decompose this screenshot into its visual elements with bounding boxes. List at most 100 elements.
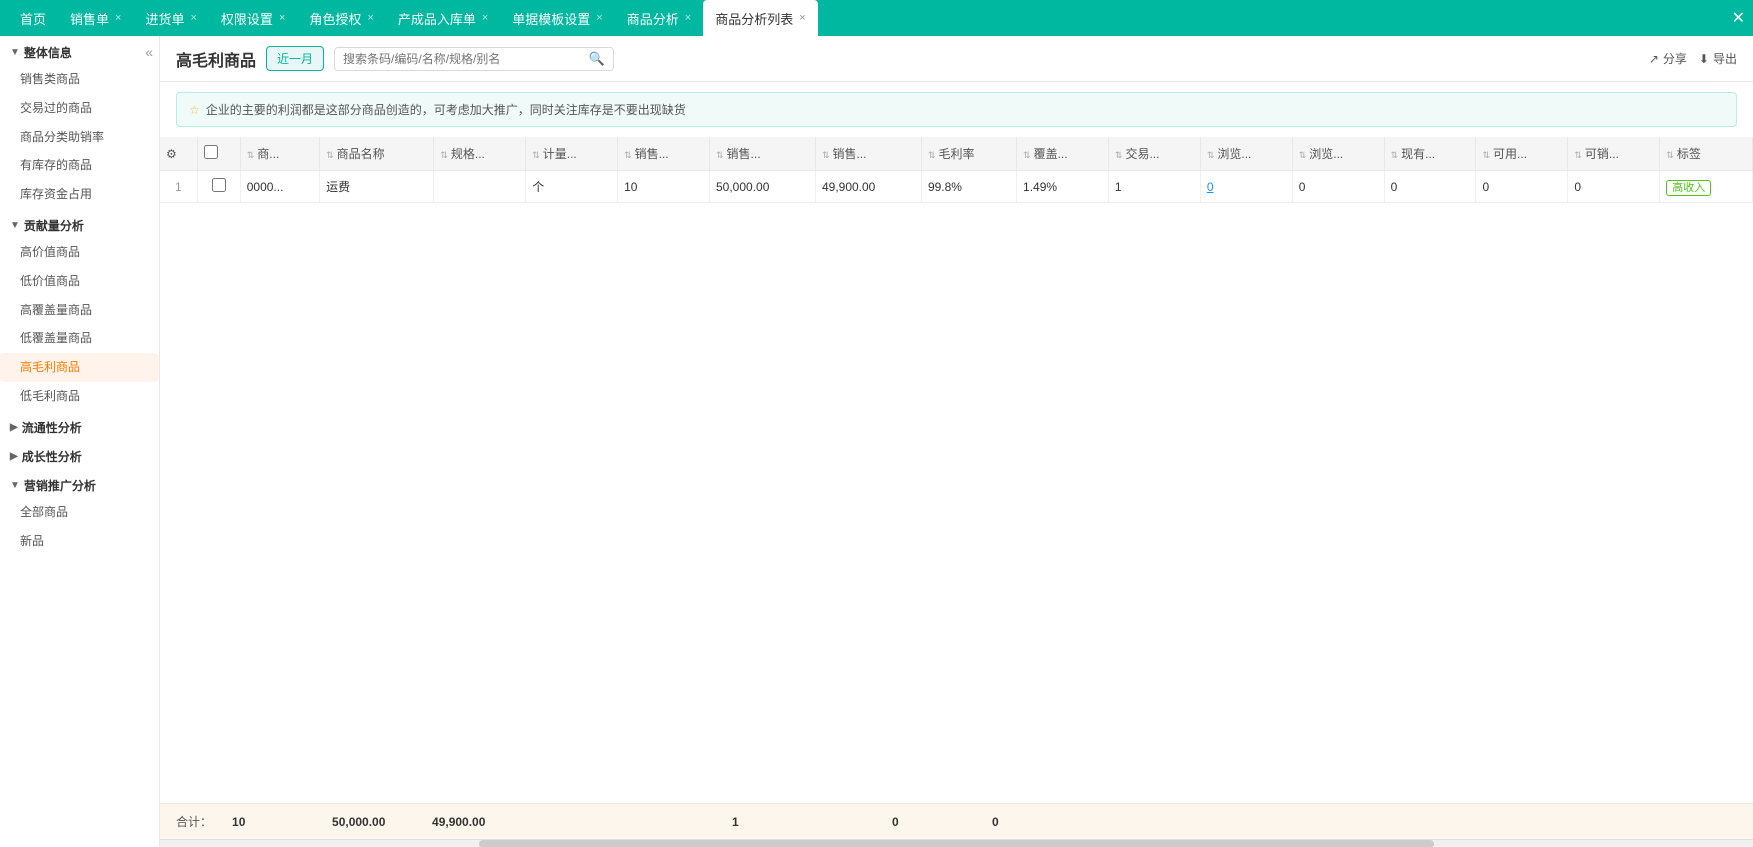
close-template-settings-icon[interactable]: × [596,12,602,24]
nav-product-entry[interactable]: 产成品入库单 × [386,0,500,36]
arrow-down-icon3: ▼ [10,480,20,491]
col-transaction[interactable]: ⇅交易... [1108,137,1200,171]
nav-sales-order[interactable]: 销售单 × [58,0,133,36]
footer-label: 合计： [176,813,212,830]
sidebar-collapse-icon[interactable]: « [145,44,153,60]
sidebar: « ▼ 整体信息 销售类商品 交易过的商品 商品分类助销率 有库存的商品 库存资… [0,36,160,847]
window-close-icon[interactable]: ✕ [1732,8,1745,28]
row-current-stock: 0 [1384,171,1476,203]
row-browse2: 0 [1292,171,1384,203]
info-banner: ☆ 企业的主要的利润都是这部分商品创造的，可考虑加大推广，同时关注库存是不要出现… [176,92,1737,127]
col-checkbox [197,137,240,171]
content-header: 高毛利商品 近一月 🔍 ↗ 分享 ⬇ 导出 [160,36,1753,82]
page-title: 高毛利商品 [176,47,256,71]
row-available-stock: 0 [1476,171,1568,203]
table-row: 1 0000... 运费 个 10 50,000.00 49,900.00 99… [160,171,1753,203]
search-input[interactable] [343,52,583,66]
col-spec[interactable]: ⇅规格... [434,137,526,171]
sidebar-item-high-coverage[interactable]: 高覆盖量商品 [0,296,159,325]
col-sales-amount[interactable]: ⇅销售... [709,137,815,171]
sidebar-section-marketing[interactable]: ▼ 营销推广分析 [0,469,159,498]
col-current-stock[interactable]: ⇅现有... [1384,137,1476,171]
arrow-down-icon: ▼ [10,47,20,58]
sidebar-section-contribution[interactable]: ▼ 贡献量分析 [0,209,159,238]
row-sales-qty: 10 [618,171,710,203]
sidebar-section-liquidity[interactable]: ▶ 流通性分析 [0,411,159,440]
col-sales-profit[interactable]: ⇅销售... [815,137,921,171]
close-sales-order-icon[interactable]: × [115,12,121,24]
nav-template-settings[interactable]: 单据模板设置 × [500,0,614,36]
col-available-stock[interactable]: ⇅可用... [1476,137,1568,171]
browse1-link[interactable]: 0 [1207,180,1214,194]
footer-sales-amount: 50,000.00 [332,815,412,829]
export-icon: ⬇ [1699,52,1709,66]
col-browse2[interactable]: ⇅浏览... [1292,137,1384,171]
arrow-right-icon2: ▶ [10,451,18,462]
sidebar-item-sales-goods[interactable]: 销售类商品 [0,65,159,94]
col-code[interactable]: ⇅商... [240,137,319,171]
nav-permission-settings[interactable]: 权限设置 × [209,0,297,36]
close-product-entry-icon[interactable]: × [482,12,488,24]
sort-icon8: ⇅ [928,150,936,160]
nav-product-analysis-list[interactable]: 商品分析列表 × [703,0,817,36]
row-sales-amount: 50,000.00 [709,171,815,203]
nav-role-auth[interactable]: 角色授权 × [297,0,385,36]
sort-icon6: ⇅ [716,150,724,160]
sidebar-item-new-goods[interactable]: 新品 [0,527,159,556]
horizontal-scrollbar[interactable] [160,839,1753,847]
export-button[interactable]: ⬇ 导出 [1699,50,1737,67]
footer-current-stock: 0 [892,815,972,829]
row-checkbox[interactable] [212,178,226,192]
col-coverage[interactable]: ⇅覆盖... [1017,137,1109,171]
content-area: 高毛利商品 近一月 🔍 ↗ 分享 ⬇ 导出 ☆ 企业的主要的利润都是这部分商品创… [160,36,1753,847]
row-code: 0000... [240,171,319,203]
close-product-analysis-list-icon[interactable]: × [799,12,805,24]
close-purchase-order-icon[interactable]: × [190,12,196,24]
close-product-analysis-icon[interactable]: × [685,12,691,24]
row-unit: 个 [526,171,618,203]
col-sellable-stock[interactable]: ⇅可销... [1568,137,1660,171]
select-all-checkbox[interactable] [204,145,218,159]
nav-purchase-order[interactable]: 进货单 × [133,0,208,36]
sidebar-item-inventory-capital[interactable]: 库存资金占用 [0,180,159,209]
row-tag: 高收入 [1660,171,1753,203]
row-coverage: 1.49% [1017,171,1109,203]
sort-icon2: ⇅ [326,150,334,160]
sidebar-section-overall[interactable]: ▼ 整体信息 [0,36,159,65]
sidebar-item-low-margin[interactable]: 低毛利商品 [0,382,159,411]
close-permission-settings-icon[interactable]: × [279,12,285,24]
sidebar-item-low-coverage[interactable]: 低覆盖量商品 [0,324,159,353]
sidebar-item-high-value[interactable]: 高价值商品 [0,238,159,267]
search-icon[interactable]: 🔍 [589,51,605,67]
col-tag[interactable]: ⇅标签 [1660,137,1753,171]
nav-home[interactable]: 首页 [8,0,58,36]
sidebar-item-traded-goods[interactable]: 交易过的商品 [0,94,159,123]
search-box: 🔍 [334,47,614,71]
sort-icon11: ⇅ [1207,150,1215,160]
sidebar-item-in-stock-goods[interactable]: 有库存的商品 [0,151,159,180]
row-browse1[interactable]: 0 [1200,171,1292,203]
arrow-right-icon: ▶ [10,422,18,433]
col-gross-rate[interactable]: ⇅毛利率 [921,137,1016,171]
share-button[interactable]: ↗ 分享 [1649,50,1687,67]
nav-product-analysis[interactable]: 商品分析 × [615,0,703,36]
header-actions: ↗ 分享 ⬇ 导出 [1649,50,1737,67]
top-nav: 首页 销售单 × 进货单 × 权限设置 × 角色授权 × 产成品入库单 × 单据… [0,0,1753,36]
col-unit[interactable]: ⇅计量... [526,137,618,171]
col-browse1[interactable]: ⇅浏览... [1200,137,1292,171]
close-role-auth-icon[interactable]: × [367,12,373,24]
col-name[interactable]: ⇅商品名称 [320,137,434,171]
sidebar-item-all-goods[interactable]: 全部商品 [0,498,159,527]
footer-available-stock: 0 [992,815,1072,829]
filter-recent-month-button[interactable]: 近一月 [266,46,324,71]
sidebar-item-high-margin[interactable]: 高毛利商品 [0,353,159,382]
sort-icon14: ⇅ [1482,150,1490,160]
sidebar-item-low-value[interactable]: 低价值商品 [0,267,159,296]
col-settings[interactable]: ⚙ [160,137,197,171]
sidebar-item-category-rate[interactable]: 商品分类助销率 [0,123,159,152]
col-sales-qty[interactable]: ⇅销售... [618,137,710,171]
scrollbar-thumb[interactable] [479,840,1435,847]
sidebar-section-growth[interactable]: ▶ 成长性分析 [0,440,159,469]
row-gross-rate: 99.8% [921,171,1016,203]
row-checkbox-cell [197,171,240,203]
